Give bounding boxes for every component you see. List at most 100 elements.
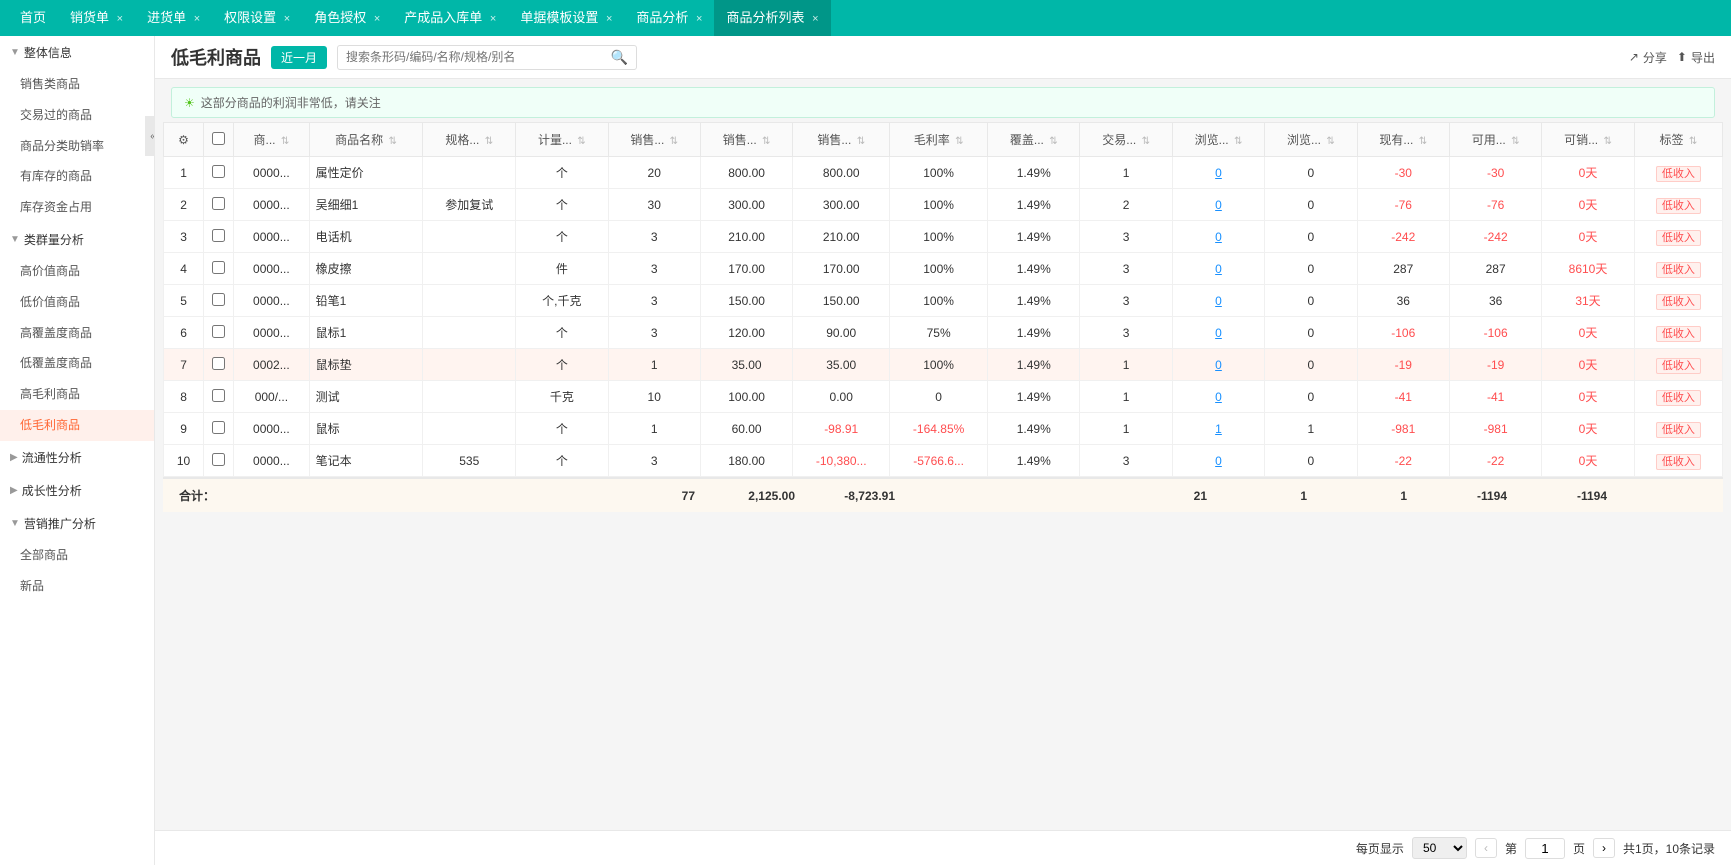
row-browse2: 0 <box>1265 381 1357 413</box>
close-icon[interactable]: × <box>374 13 380 25</box>
search-input[interactable] <box>346 50 611 64</box>
row-browse1[interactable]: 0 <box>1172 445 1264 477</box>
sidebar-group-marketing[interactable]: ▼ 营销推广分析 <box>0 507 154 540</box>
sidebar-item-all-goods[interactable]: 全部商品 <box>0 540 154 571</box>
th-saleable[interactable]: 可销... ⇅ <box>1542 123 1634 157</box>
row-browse1[interactable]: 0 <box>1172 253 1264 285</box>
row-spec <box>423 253 516 285</box>
row-browse1[interactable]: 0 <box>1172 381 1264 413</box>
th-available[interactable]: 可用... ⇅ <box>1449 123 1541 157</box>
close-icon[interactable]: × <box>117 13 123 25</box>
th-settings[interactable]: ⚙ <box>164 123 204 157</box>
th-unit[interactable]: 计量... ⇅ <box>516 123 608 157</box>
select-all-checkbox[interactable] <box>212 132 225 145</box>
sidebar-item-high-margin[interactable]: 高毛利商品 <box>0 379 154 410</box>
row-sales-price: 35.00 <box>700 349 792 381</box>
row-checkbox[interactable] <box>204 285 234 317</box>
row-browse1[interactable]: 0 <box>1172 221 1264 253</box>
row-select-checkbox[interactable] <box>212 453 225 466</box>
close-icon[interactable]: × <box>194 13 200 25</box>
nav-item-sales[interactable]: 销货单 × <box>58 0 135 36</box>
th-sales-qty[interactable]: 销售... ⇅ <box>608 123 700 157</box>
th-coverage[interactable]: 覆盖... ⇅ <box>988 123 1080 157</box>
sidebar-item-high-value[interactable]: 高价值商品 <box>0 256 154 287</box>
row-checkbox[interactable] <box>204 381 234 413</box>
share-button[interactable]: ↗ 分享 <box>1629 49 1667 66</box>
close-icon[interactable]: × <box>812 13 818 25</box>
sidebar-group-circulation[interactable]: ▶ 流通性分析 <box>0 441 154 474</box>
sidebar-group-cluster[interactable]: ▼ 类群量分析 <box>0 223 154 256</box>
close-icon[interactable]: × <box>606 13 612 25</box>
row-checkbox[interactable] <box>204 221 234 253</box>
close-icon[interactable]: × <box>490 13 496 25</box>
row-checkbox[interactable] <box>204 157 234 189</box>
nav-item-permission[interactable]: 权限设置 × <box>212 0 302 36</box>
row-select-checkbox[interactable] <box>212 229 225 242</box>
th-tag[interactable]: 标签 ⇅ <box>1634 123 1722 157</box>
page-number-input[interactable] <box>1525 838 1565 859</box>
nav-item-template[interactable]: 单据模板设置 × <box>508 0 624 36</box>
row-browse1[interactable]: 0 <box>1172 349 1264 381</box>
row-available: -981 <box>1449 413 1541 445</box>
row-tag: 低收入 <box>1634 413 1722 445</box>
th-browse1[interactable]: 浏览... ⇅ <box>1172 123 1264 157</box>
sidebar-item-sales-goods[interactable]: 销售类商品 <box>0 69 154 100</box>
row-checkbox[interactable] <box>204 413 234 445</box>
row-browse1[interactable]: 0 <box>1172 189 1264 221</box>
row-checkbox[interactable] <box>204 349 234 381</box>
nav-item-analysis-list[interactable]: 商品分析列表 × <box>714 0 830 36</box>
close-icon[interactable]: × <box>696 13 702 25</box>
nav-item-role[interactable]: 角色授权 × <box>302 0 392 36</box>
nav-item-purchase[interactable]: 进货单 × <box>135 0 212 36</box>
export-button[interactable]: ⬆ 导出 <box>1677 49 1715 66</box>
row-select-checkbox[interactable] <box>212 261 225 274</box>
close-icon[interactable]: × <box>284 13 290 25</box>
search-icon[interactable]: 🔍 <box>611 49 628 66</box>
nav-item-product-entry[interactable]: 产成品入库单 × <box>392 0 508 36</box>
page-size-select[interactable]: 50 20 100 <box>1412 837 1467 859</box>
sidebar-group-growth[interactable]: ▶ 成长性分析 <box>0 474 154 507</box>
th-sales-price[interactable]: 销售... ⇅ <box>700 123 792 157</box>
row-checkbox[interactable] <box>204 445 234 477</box>
row-checkbox[interactable] <box>204 253 234 285</box>
row-checkbox[interactable] <box>204 317 234 349</box>
row-select-checkbox[interactable] <box>212 357 225 370</box>
row-checkbox[interactable] <box>204 189 234 221</box>
th-browse2[interactable]: 浏览... ⇅ <box>1265 123 1357 157</box>
row-select-checkbox[interactable] <box>212 197 225 210</box>
th-spec[interactable]: 规格... ⇅ <box>423 123 516 157</box>
sidebar-item-high-coverage[interactable]: 高覆盖度商品 <box>0 318 154 349</box>
prev-page-button[interactable]: ‹ <box>1475 838 1497 858</box>
th-sales-amount[interactable]: 销售... ⇅ <box>793 123 890 157</box>
row-browse1[interactable]: 0 <box>1172 285 1264 317</box>
th-name[interactable]: 商品名称 ⇅ <box>309 123 423 157</box>
row-select-checkbox[interactable] <box>212 421 225 434</box>
sidebar-group-general[interactable]: ▼ 整体信息 <box>0 36 154 69</box>
sidebar-item-low-coverage[interactable]: 低覆盖度商品 <box>0 348 154 379</box>
sidebar-item-new-goods[interactable]: 新品 <box>0 571 154 602</box>
th-current-stock[interactable]: 现有... ⇅ <box>1357 123 1449 157</box>
sidebar-item-traded-goods[interactable]: 交易过的商品 <box>0 100 154 131</box>
th-gross-margin[interactable]: 毛利率 ⇅ <box>890 123 988 157</box>
row-browse1[interactable]: 1 <box>1172 413 1264 445</box>
nav-item-home[interactable]: 首页 <box>8 0 58 36</box>
row-select-checkbox[interactable] <box>212 165 225 178</box>
sidebar-collapse-button[interactable]: « <box>145 116 155 156</box>
row-select-checkbox[interactable] <box>212 325 225 338</box>
sidebar-item-low-margin[interactable]: 低毛利商品 <box>0 410 154 441</box>
row-select-checkbox[interactable] <box>212 389 225 402</box>
date-filter-button[interactable]: 近一月 <box>271 46 327 69</box>
sidebar-item-stock-capital[interactable]: 库存资金占用 <box>0 192 154 223</box>
sidebar-item-in-stock[interactable]: 有库存的商品 <box>0 161 154 192</box>
th-code[interactable]: 商... ⇅ <box>234 123 310 157</box>
row-select-checkbox[interactable] <box>212 293 225 306</box>
next-page-button[interactable]: › <box>1593 838 1615 858</box>
th-transaction[interactable]: 交易... ⇅ <box>1080 123 1172 157</box>
sidebar-item-low-value[interactable]: 低价值商品 <box>0 287 154 318</box>
row-browse1[interactable]: 0 <box>1172 317 1264 349</box>
th-checkbox[interactable] <box>204 123 234 157</box>
sidebar-item-category-sales[interactable]: 商品分类助销率 <box>0 131 154 162</box>
nav-item-analysis[interactable]: 商品分析 × <box>624 0 714 36</box>
row-browse1[interactable]: 0 <box>1172 157 1264 189</box>
row-transaction: 1 <box>1080 381 1172 413</box>
